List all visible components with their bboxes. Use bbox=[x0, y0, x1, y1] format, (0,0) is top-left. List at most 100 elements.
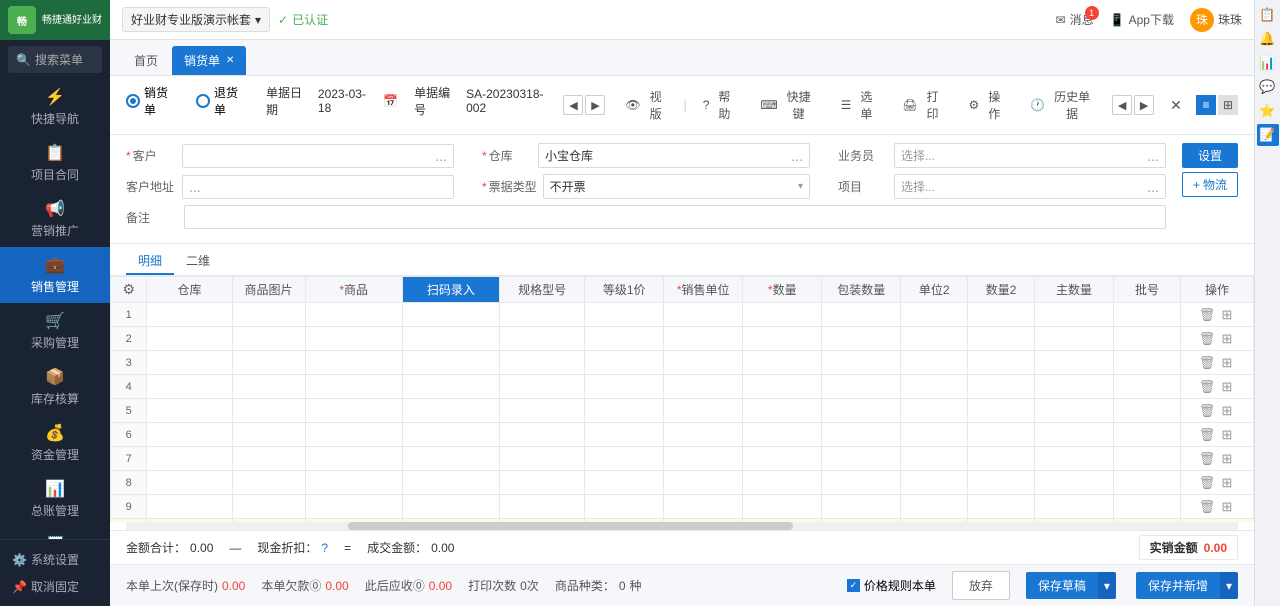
row-cell[interactable] bbox=[968, 375, 1035, 399]
row-cell[interactable] bbox=[147, 423, 232, 447]
row-cell[interactable] bbox=[147, 327, 232, 351]
row-cell[interactable] bbox=[1114, 327, 1181, 351]
row-cell[interactable] bbox=[901, 303, 968, 327]
row-cell[interactable] bbox=[147, 447, 232, 471]
tab-sales-order[interactable]: 销货单 ✕ bbox=[172, 46, 246, 75]
view-btn[interactable]: 👁 视版 bbox=[617, 85, 675, 125]
tab-2d[interactable]: 二维 bbox=[174, 248, 222, 275]
row-cell[interactable] bbox=[968, 327, 1035, 351]
delete-icon[interactable]: 🗑 bbox=[1199, 331, 1215, 347]
row-cell[interactable] bbox=[500, 423, 585, 447]
row-cell[interactable] bbox=[232, 495, 305, 519]
row-cell[interactable] bbox=[822, 471, 901, 495]
row-cell[interactable] bbox=[147, 303, 232, 327]
tab-home[interactable]: 首页 bbox=[122, 46, 170, 75]
calendar-icon[interactable]: 📅 bbox=[383, 94, 398, 108]
row-cell[interactable] bbox=[500, 399, 585, 423]
invoice-select[interactable]: 不开票 ▾ bbox=[543, 174, 810, 199]
sidebar-item-nav[interactable]: ⚡ 快捷导航 bbox=[0, 79, 110, 135]
row-cell[interactable] bbox=[1035, 375, 1114, 399]
row-cell[interactable] bbox=[968, 303, 1035, 327]
row-cell[interactable] bbox=[1114, 399, 1181, 423]
next-arrow[interactable]: ▶ bbox=[585, 95, 605, 115]
row-cell[interactable] bbox=[822, 351, 901, 375]
extra-next[interactable]: ▶ bbox=[1134, 95, 1154, 115]
save-draft-arrow-btn[interactable]: ▾ bbox=[1098, 572, 1116, 599]
delete-icon[interactable]: 🗑 bbox=[1199, 307, 1215, 323]
row-cell[interactable] bbox=[305, 423, 402, 447]
row-cell[interactable] bbox=[901, 447, 968, 471]
row-cell[interactable] bbox=[232, 471, 305, 495]
delete-icon[interactable]: 🗑 bbox=[1199, 403, 1215, 419]
row-cell[interactable] bbox=[901, 471, 968, 495]
row-cell[interactable] bbox=[743, 327, 822, 351]
sidebar-item-sales[interactable]: 💼 销售管理 bbox=[0, 247, 110, 303]
row-cell[interactable] bbox=[743, 495, 822, 519]
extra-prev[interactable]: ◀ bbox=[1112, 95, 1132, 115]
row-cell[interactable] bbox=[968, 399, 1035, 423]
row-cell[interactable] bbox=[1035, 423, 1114, 447]
app-download-btn[interactable]: 📱 App下载 bbox=[1110, 11, 1174, 28]
print-btn[interactable]: 🖨 打印 bbox=[894, 85, 952, 125]
row-cell[interactable] bbox=[305, 351, 402, 375]
copy-icon[interactable]: ⊞ bbox=[1219, 427, 1235, 443]
row-cell[interactable] bbox=[585, 423, 664, 447]
sidebar-item-marketing[interactable]: 📢 营销推广 bbox=[0, 191, 110, 247]
row-cell[interactable] bbox=[585, 495, 664, 519]
delete-icon[interactable]: 🗑 bbox=[1199, 427, 1215, 443]
row-cell[interactable] bbox=[500, 375, 585, 399]
row-cell[interactable] bbox=[500, 471, 585, 495]
row-cell[interactable] bbox=[664, 327, 743, 351]
copy-icon[interactable]: ⊞ bbox=[1219, 331, 1235, 347]
row-cell[interactable] bbox=[1035, 399, 1114, 423]
row-cell[interactable] bbox=[822, 375, 901, 399]
row-cell[interactable] bbox=[232, 351, 305, 375]
row-cell[interactable] bbox=[664, 471, 743, 495]
row-cell[interactable] bbox=[402, 495, 499, 519]
row-cell[interactable] bbox=[402, 303, 499, 327]
row-cell[interactable] bbox=[232, 447, 305, 471]
row-cell[interactable] bbox=[500, 327, 585, 351]
view-toggle-list[interactable]: ≡ bbox=[1196, 95, 1216, 115]
warehouse-input[interactable]: 小宝仓库 ... bbox=[538, 143, 810, 168]
rpanel-icon-5[interactable]: ⭐ bbox=[1257, 100, 1279, 122]
scrollbar-track[interactable] bbox=[126, 522, 1238, 530]
select-btn[interactable]: ☰ 选单 bbox=[833, 85, 887, 125]
copy-icon[interactable]: ⊞ bbox=[1219, 379, 1235, 395]
row-cell[interactable] bbox=[500, 303, 585, 327]
row-cell[interactable] bbox=[585, 303, 664, 327]
date-value[interactable]: 2023-03-18 bbox=[318, 87, 379, 115]
row-cell[interactable] bbox=[1035, 447, 1114, 471]
project-input[interactable]: 选择... ... bbox=[894, 174, 1166, 199]
row-cell[interactable] bbox=[901, 399, 968, 423]
row-cell[interactable] bbox=[147, 351, 232, 375]
delete-icon[interactable]: 🗑 bbox=[1199, 451, 1215, 467]
sidebar-item-invoice[interactable]: 🧾 发票管理 bbox=[0, 527, 110, 539]
row-cell[interactable] bbox=[968, 495, 1035, 519]
row-cell[interactable] bbox=[743, 399, 822, 423]
row-cell[interactable] bbox=[1114, 495, 1181, 519]
row-cell[interactable] bbox=[232, 327, 305, 351]
tab-detail[interactable]: 明细 bbox=[126, 248, 174, 275]
close-form-btn[interactable]: ✕ bbox=[1166, 95, 1186, 115]
price-check-box[interactable]: ✓ bbox=[847, 579, 860, 592]
row-cell[interactable] bbox=[1035, 471, 1114, 495]
row-cell[interactable] bbox=[147, 375, 232, 399]
sidebar-item-unpin[interactable]: 📌 取消固定 bbox=[6, 573, 104, 600]
scrollbar-thumb[interactable] bbox=[348, 522, 793, 530]
setup-btn[interactable]: 设置 bbox=[1182, 143, 1238, 168]
row-cell[interactable] bbox=[585, 327, 664, 351]
row-cell[interactable] bbox=[402, 423, 499, 447]
row-cell[interactable] bbox=[743, 351, 822, 375]
address-input[interactable]: ... bbox=[182, 175, 454, 199]
sidebar-item-capital[interactable]: 💰 资金管理 bbox=[0, 415, 110, 471]
row-cell[interactable] bbox=[664, 399, 743, 423]
copy-icon[interactable]: ⊞ bbox=[1219, 403, 1235, 419]
rpanel-icon-2[interactable]: 🔔 bbox=[1257, 28, 1279, 50]
row-cell[interactable] bbox=[305, 399, 402, 423]
row-cell[interactable] bbox=[402, 327, 499, 351]
message-btn[interactable]: ✉ 1 消息 bbox=[1056, 11, 1094, 28]
row-cell[interactable] bbox=[968, 351, 1035, 375]
row-cell[interactable] bbox=[901, 495, 968, 519]
discount-help[interactable]: ? bbox=[321, 541, 328, 555]
